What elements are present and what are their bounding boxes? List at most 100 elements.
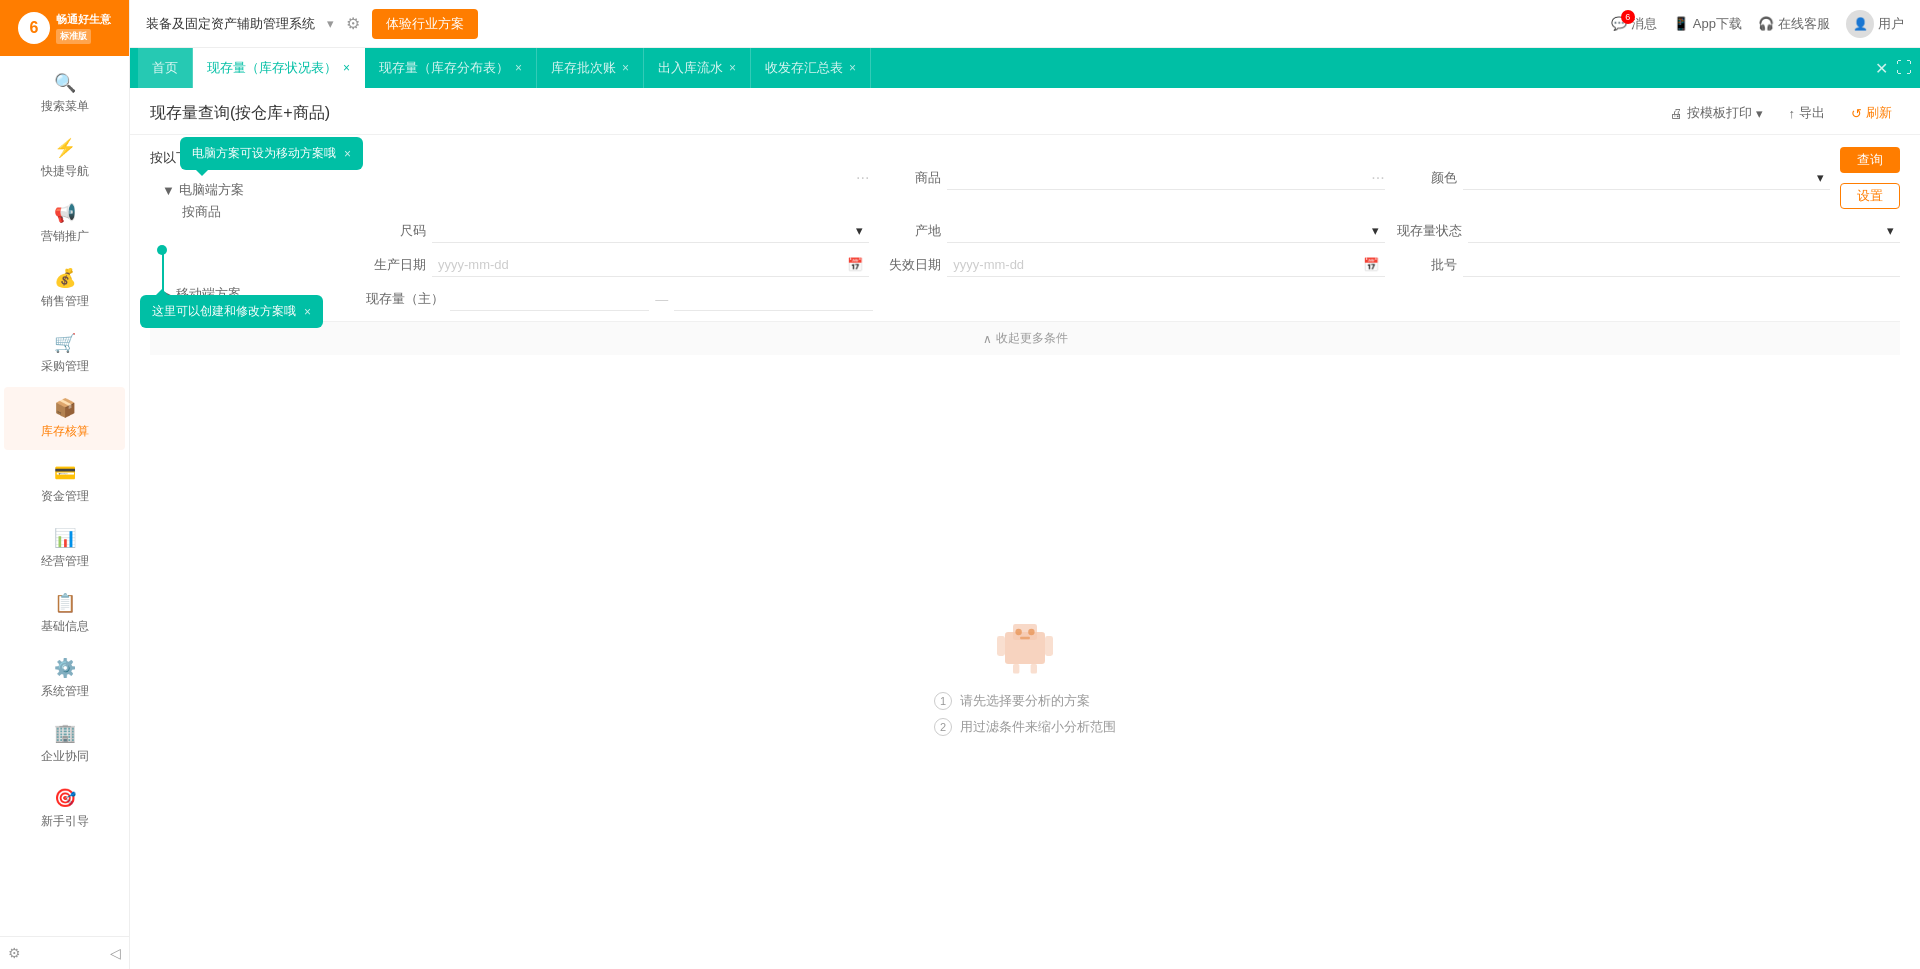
sidebar-item-quick-nav[interactable]: ⚡ 快捷导航 [4, 127, 125, 190]
online-service-label: 在线客服 [1778, 15, 1830, 33]
filter-field-origin: 产地 ▾ [881, 219, 1384, 243]
origin-select[interactable]: ▾ [947, 219, 1384, 243]
scheme-panel: 按以下方案查询 + ✎ ← 电脑方案可设为移动方案哦 [150, 147, 350, 321]
prod-date-input[interactable]: yyyy-mm-dd 📅 [432, 253, 869, 277]
filter-field-batch: 批号 [1397, 253, 1900, 277]
sidebar-item-label: 经营管理 [41, 553, 89, 570]
tab-batch-ledger[interactable]: 库存批次账 × [537, 48, 644, 88]
tab-collect-summary-close[interactable]: × [849, 62, 856, 74]
stock-qty-range: — [450, 287, 873, 311]
refresh-label: 刷新 [1866, 104, 1892, 122]
tooltip1-close-btn[interactable]: × [344, 147, 351, 161]
filter-row-2: 尺码 ▾ 产地 ▾ [366, 219, 1900, 243]
scheme-item-goods[interactable]: 按商品 [162, 203, 350, 221]
online-service-item[interactable]: 🎧 在线客服 [1758, 15, 1830, 33]
origin-dropdown-icon: ▾ [1372, 223, 1379, 238]
tab-maximize-btn[interactable]: ⛶ [1896, 59, 1912, 77]
tab-close-all-btn[interactable]: ✕ [1875, 59, 1888, 78]
collapse-bar[interactable]: ∧ 收起更多条件 [150, 321, 1900, 355]
sidebar-item-label: 营销推广 [41, 228, 89, 245]
print-btn[interactable]: 🖨 按模板打印 ▾ [1662, 100, 1771, 126]
sidebar-item-basic[interactable]: 📋 基础信息 [4, 582, 125, 645]
sidebar-item-sales[interactable]: 💰 销售管理 [4, 257, 125, 320]
print-label: 按模板打印 [1687, 104, 1752, 122]
tab-inventory-dist[interactable]: 现存量（库存分布表） × [365, 48, 537, 88]
tab-in-out-flow-close[interactable]: × [729, 62, 736, 74]
content-inner: 现存量查询(按仓库+商品) 🖨 按模板打印 ▾ ↑ 导出 ↺ 刷新 [130, 88, 1920, 969]
tab-home-label: 首页 [152, 59, 178, 77]
prod-date-icon[interactable]: 📅 [847, 257, 863, 272]
expire-date-icon[interactable]: 📅 [1363, 257, 1379, 272]
sidebar-item-purchase[interactable]: 🛒 采购管理 [4, 322, 125, 385]
tab-inventory-dist-label: 现存量（库存分布表） [379, 59, 509, 77]
sidebar-collapse-btn[interactable]: ◁ [110, 945, 121, 961]
filter-dots-1[interactable]: ··· [856, 169, 869, 187]
sidebar-settings-btn[interactable]: ⚙ [8, 945, 21, 961]
notification-item[interactable]: 💬 6 消息 [1611, 15, 1657, 33]
export-btn[interactable]: ↑ 导出 [1781, 100, 1834, 126]
sidebar-item-operation[interactable]: 📊 经营管理 [4, 517, 125, 580]
export-label: 导出 [1799, 104, 1825, 122]
scheme-group-pc[interactable]: ▼ 电脑端方案 [162, 181, 350, 199]
sidebar-item-label: 企业协同 [41, 748, 89, 765]
filter-field-expire-date: 失效日期 yyyy-mm-dd 📅 [881, 253, 1384, 277]
size-select[interactable]: ▾ [432, 219, 869, 243]
purchase-icon: 🛒 [54, 332, 76, 354]
industry-btn[interactable]: 体验行业方案 [372, 9, 478, 39]
sidebar-item-enterprise[interactable]: 🏢 企业协同 [4, 712, 125, 775]
tab-batch-ledger-label: 库存批次账 [551, 59, 616, 77]
prod-date-label: 生产日期 [366, 256, 426, 274]
sidebar-item-search[interactable]: 🔍 搜索菜单 [4, 62, 125, 125]
svg-rect-4 [1020, 637, 1030, 639]
user-item[interactable]: 👤 用户 [1846, 10, 1904, 38]
reset-btn[interactable]: 设置 [1840, 183, 1900, 209]
filter-row-1: ··· 商品 ··· [366, 147, 1900, 209]
sidebar-item-marketing[interactable]: 📢 营销推广 [4, 192, 125, 255]
goods-input[interactable] [947, 166, 1371, 189]
color-select[interactable]: ▾ [1463, 166, 1830, 190]
filter-field-stock-status: 现存量状态 ▾ [1397, 219, 1900, 243]
sidebar-item-label: 基础信息 [41, 618, 89, 635]
sidebar-item-system[interactable]: ⚙️ 系统管理 [4, 647, 125, 710]
page-header: 现存量查询(按仓库+商品) 🖨 按模板打印 ▾ ↑ 导出 ↺ 刷新 [130, 88, 1920, 135]
tooltip2-text: 这里可以创建和修改方案哦 [152, 303, 296, 320]
tab-inventory-status[interactable]: 现存量（库存状况表） × [193, 48, 365, 88]
scheme-arrow: ▼ [162, 183, 175, 198]
batch-input[interactable] [1463, 253, 1900, 277]
tooltip2-close-btn[interactable]: × [304, 305, 311, 319]
system-icon: ⚙️ [54, 657, 76, 679]
stock-qty-to[interactable] [674, 287, 873, 311]
settings-icon[interactable]: ⚙ [346, 14, 360, 33]
header-left: 装备及固定资产辅助管理系统 ▾ ⚙ 体验行业方案 [146, 9, 478, 39]
filter-field-prod-date: 生产日期 yyyy-mm-dd 📅 [366, 253, 869, 277]
refresh-btn[interactable]: ↺ 刷新 [1843, 100, 1900, 126]
logo-text: 畅通好生意 [56, 12, 111, 27]
prod-date-placeholder: yyyy-mm-dd [438, 257, 509, 272]
tab-in-out-flow[interactable]: 出入库流水 × [644, 48, 751, 88]
sidebar-item-guide[interactable]: 🎯 新手引导 [4, 777, 125, 840]
tab-home[interactable]: 首页 [138, 48, 193, 88]
tab-collect-summary[interactable]: 收发存汇总表 × [751, 48, 871, 88]
tab-inventory-status-close[interactable]: × [343, 62, 350, 74]
expire-date-input[interactable]: yyyy-mm-dd 📅 [947, 253, 1384, 277]
scheme-group-label: 电脑端方案 [179, 181, 244, 199]
filter-field-empty: ··· [366, 169, 869, 187]
operation-icon: 📊 [54, 527, 76, 549]
stock-status-select[interactable]: ▾ [1468, 219, 1900, 243]
stock-qty-from[interactable] [450, 287, 649, 311]
expire-date-label: 失效日期 [881, 256, 941, 274]
headset-icon: 🎧 [1758, 16, 1774, 31]
empty-step-1: 1 请先选择要分析的方案 [934, 692, 1116, 710]
sidebar-item-finance[interactable]: 💳 资金管理 [4, 452, 125, 515]
sidebar-item-inventory[interactable]: 📦 库存核算 [4, 387, 125, 450]
tab-batch-ledger-close[interactable]: × [622, 62, 629, 74]
sidebar-item-label: 资金管理 [41, 488, 89, 505]
tab-inventory-dist-close[interactable]: × [515, 62, 522, 74]
app-download-item[interactable]: 📱 App下载 [1673, 15, 1742, 33]
query-btn[interactable]: 查询 [1840, 147, 1900, 173]
tab-actions: ✕ ⛶ [1875, 59, 1912, 78]
goods-dots[interactable]: ··· [1371, 169, 1384, 187]
svg-rect-8 [1031, 664, 1037, 674]
svg-point-2 [1015, 629, 1021, 635]
system-name: 装备及固定资产辅助管理系统 [146, 15, 315, 33]
